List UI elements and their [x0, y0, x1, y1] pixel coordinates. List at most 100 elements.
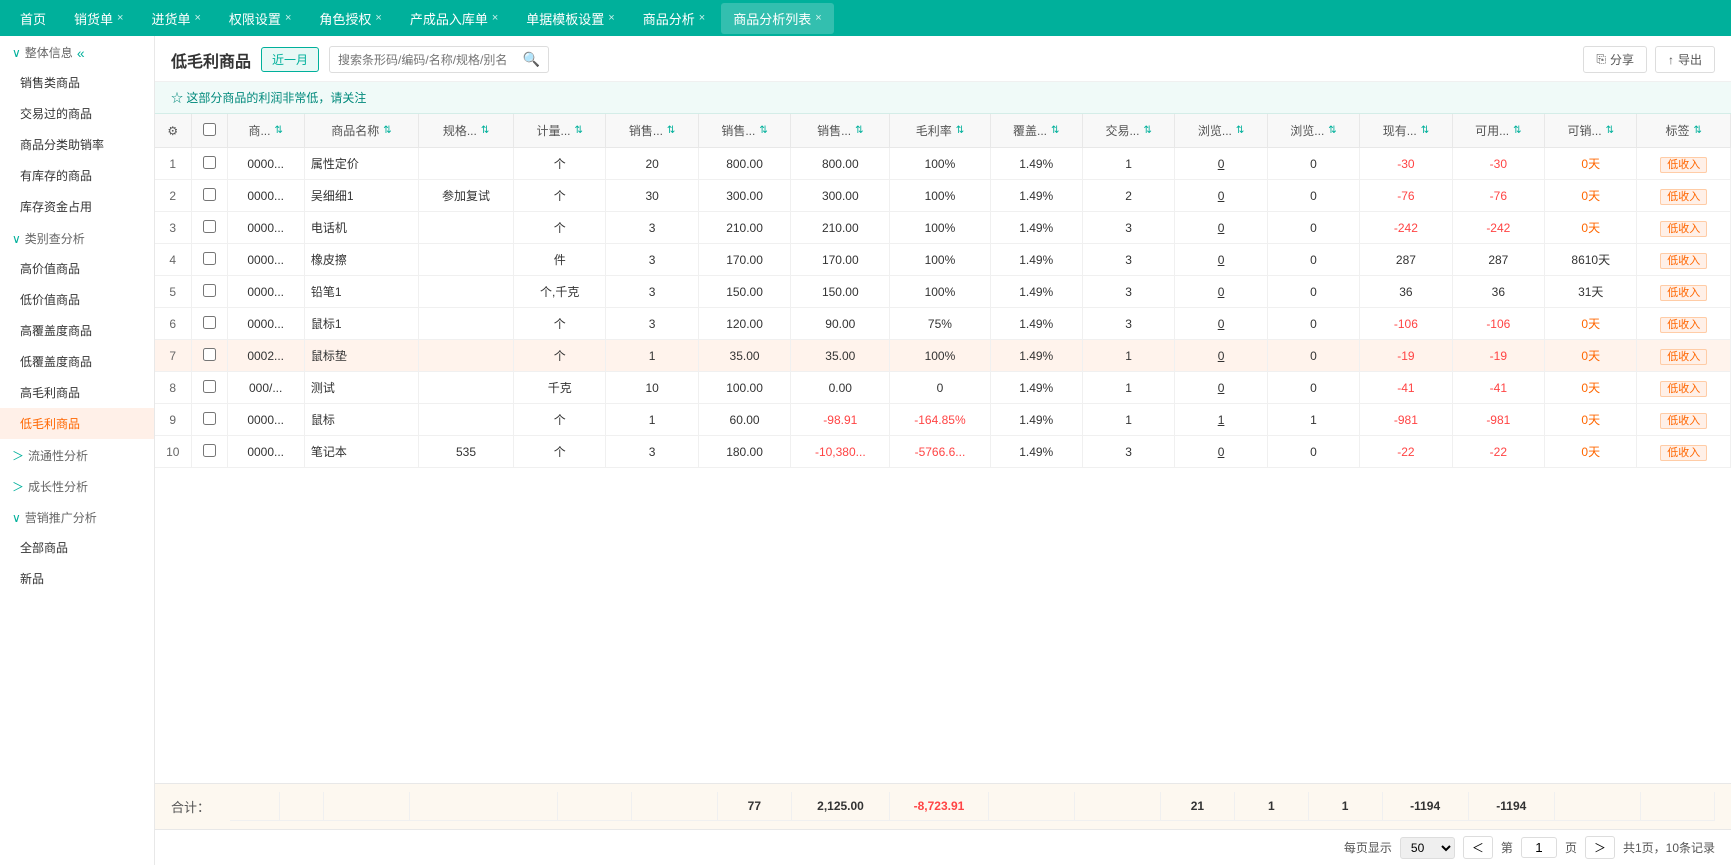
row-view2: 0 — [1267, 276, 1359, 308]
col-header-sale-qty[interactable]: 销售... ⇅ — [606, 114, 698, 148]
export-button[interactable]: ↑ 导出 — [1655, 46, 1715, 73]
row-view1[interactable]: 0 — [1175, 308, 1267, 340]
sidebar-item-high-value[interactable]: 高价值商品 — [0, 253, 154, 284]
col-header-unit[interactable]: 计量... ⇅ — [513, 114, 605, 148]
checkbox-column-header[interactable] — [191, 114, 227, 148]
row-checkbox[interactable] — [203, 156, 216, 169]
col-header-gross-rate[interactable]: 毛利率 ⇅ — [890, 114, 990, 148]
col-header-trade[interactable]: 交易... ⇅ — [1082, 114, 1174, 148]
row-view1[interactable]: 0 — [1175, 372, 1267, 404]
row-view1[interactable]: 1 — [1175, 404, 1267, 436]
row-checkbox-cell[interactable] — [191, 372, 227, 404]
next-page-button[interactable]: ＞ — [1585, 836, 1615, 859]
sidebar-item-low-value[interactable]: 低价值商品 — [0, 284, 154, 315]
col-header-spec[interactable]: 规格... ⇅ — [419, 114, 514, 148]
row-view1[interactable]: 0 — [1175, 244, 1267, 276]
col-header-stock[interactable]: 现有... ⇅ — [1360, 114, 1452, 148]
share-button[interactable]: ⎘ 分享 — [1583, 46, 1647, 73]
nav-roles[interactable]: 角色授权 × — [307, 3, 393, 34]
row-checkbox[interactable] — [203, 252, 216, 265]
close-icon[interactable]: × — [815, 12, 821, 24]
row-checkbox-cell[interactable] — [191, 308, 227, 340]
row-checkbox[interactable] — [203, 348, 216, 361]
row-view1[interactable]: 0 — [1175, 276, 1267, 308]
row-view1[interactable]: 0 — [1175, 148, 1267, 180]
nav-purchase[interactable]: 进货单 × — [139, 3, 212, 34]
sidebar-item-traded-goods[interactable]: 交易过的商品 — [0, 98, 154, 129]
row-number: 3 — [155, 212, 191, 244]
row-checkbox-cell[interactable] — [191, 212, 227, 244]
select-all-checkbox[interactable] — [203, 123, 216, 136]
col-header-view2[interactable]: 浏览... ⇅ — [1267, 114, 1359, 148]
row-checkbox[interactable] — [203, 284, 216, 297]
close-icon[interactable]: × — [608, 12, 614, 24]
sidebar-group-marketing[interactable]: ∨ 营销推广分析 — [0, 501, 154, 532]
row-view1[interactable]: 0 — [1175, 180, 1267, 212]
close-icon[interactable]: × — [375, 12, 381, 24]
sidebar-item-low-coverage[interactable]: 低覆盖度商品 — [0, 346, 154, 377]
nav-sales[interactable]: 销货单 × — [62, 3, 135, 34]
col-header-tag[interactable]: 标签 ⇅ — [1637, 114, 1731, 148]
row-checkbox-cell[interactable] — [191, 180, 227, 212]
col-header-view1[interactable]: 浏览... ⇅ — [1175, 114, 1267, 148]
sidebar-group-growth[interactable]: ＞ 成长性分析 — [0, 470, 154, 501]
row-view1[interactable]: 0 — [1175, 340, 1267, 372]
row-checkbox[interactable] — [203, 412, 216, 425]
row-checkbox-cell[interactable] — [191, 340, 227, 372]
col-header-name[interactable]: 商品名称 ⇅ — [304, 114, 418, 148]
row-checkbox[interactable] — [203, 188, 216, 201]
close-icon[interactable]: × — [285, 12, 291, 24]
row-checkbox[interactable] — [203, 380, 216, 393]
row-number: 1 — [155, 148, 191, 180]
close-icon[interactable]: × — [194, 12, 200, 24]
sidebar-item-high-margin[interactable]: 高毛利商品 — [0, 377, 154, 408]
content-area: 低毛利商品 近一月 🔍 ⎘ 分享 ↑ 导出 ☆ 这部分商品的利润非常低，请关注 — [155, 36, 1731, 865]
page-number-input[interactable] — [1521, 837, 1557, 858]
row-checkbox[interactable] — [203, 220, 216, 233]
nav-product-analysis-list[interactable]: 商品分析列表 × — [721, 3, 833, 34]
sidebar-group-category[interactable]: ∨ 类别查分析 — [0, 222, 154, 253]
sidebar-item-low-margin[interactable]: 低毛利商品 — [0, 408, 154, 439]
prev-page-button[interactable]: ＜ — [1463, 836, 1493, 859]
search-input[interactable] — [338, 53, 517, 67]
sidebar-item-sales-goods[interactable]: 销售类商品 — [0, 67, 154, 98]
close-icon[interactable]: × — [492, 12, 498, 24]
sidebar-item-new-goods[interactable]: 新品 — [0, 563, 154, 594]
nav-product-entry[interactable]: 产成品入库单 × — [398, 3, 510, 34]
row-view1[interactable]: 0 — [1175, 212, 1267, 244]
row-checkbox-cell[interactable] — [191, 148, 227, 180]
nav-template[interactable]: 单据模板设置 × — [514, 3, 626, 34]
sidebar-item-all-goods[interactable]: 全部商品 — [0, 532, 154, 563]
close-icon[interactable]: × — [699, 12, 705, 24]
col-header-sale-amount[interactable]: 销售... ⇅ — [698, 114, 790, 148]
row-checkbox-cell[interactable] — [191, 276, 227, 308]
settings-column-header[interactable]: ⚙ — [155, 114, 191, 148]
nav-permissions[interactable]: 权限设置 × — [217, 3, 303, 34]
col-header-sale-profit[interactable]: 销售... ⇅ — [791, 114, 890, 148]
nav-home[interactable]: 首页 — [8, 3, 58, 34]
col-header-coverage[interactable]: 覆盖... ⇅ — [990, 114, 1082, 148]
sidebar-item-category-rate[interactable]: 商品分类助销率 — [0, 129, 154, 160]
sidebar-group-liquidity[interactable]: ＞ 流通性分析 — [0, 439, 154, 470]
col-header-code[interactable]: 商... ⇅ — [227, 114, 304, 148]
sidebar-item-stocked-goods[interactable]: 有库存的商品 — [0, 160, 154, 191]
search-icon[interactable]: 🔍 — [523, 51, 540, 68]
sidebar-item-stock-capital[interactable]: 库存资金占用 — [0, 191, 154, 222]
row-checkbox-cell[interactable] — [191, 436, 227, 468]
row-checkbox-cell[interactable] — [191, 404, 227, 436]
row-checkbox[interactable] — [203, 316, 216, 329]
collapse-icon[interactable]: « — [77, 45, 85, 61]
row-view1[interactable]: 0 — [1175, 436, 1267, 468]
filter-recent-month-button[interactable]: 近一月 — [261, 47, 319, 72]
sidebar-group-overall[interactable]: ∨ 整体信息 « — [0, 36, 154, 67]
close-icon[interactable]: × — [117, 12, 123, 24]
per-page-select[interactable]: 50 20 100 — [1400, 837, 1455, 859]
row-avail: -30 — [1452, 148, 1544, 180]
col-header-avail[interactable]: 可用... ⇅ — [1452, 114, 1544, 148]
col-header-saleable[interactable]: 可销... ⇅ — [1545, 114, 1637, 148]
nav-product-analysis[interactable]: 商品分析 × — [631, 3, 717, 34]
row-checkbox[interactable] — [203, 444, 216, 457]
row-sale-qty: 1 — [606, 404, 698, 436]
sidebar-item-high-coverage[interactable]: 高覆盖度商品 — [0, 315, 154, 346]
row-checkbox-cell[interactable] — [191, 244, 227, 276]
